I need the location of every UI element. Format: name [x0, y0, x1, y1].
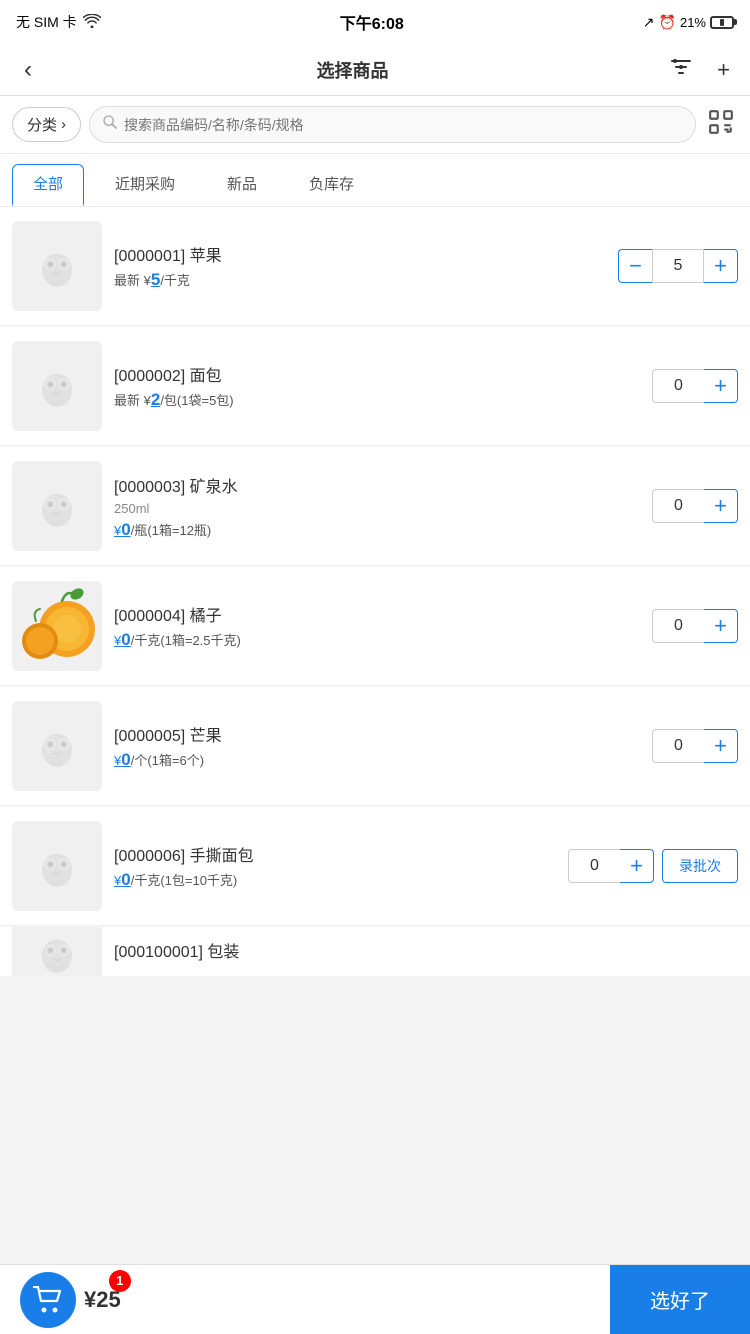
product-thumbnail: 智十 [12, 701, 102, 791]
product-info: [0000006] 手撕面包 ¥0/千克(1包=10千克) [114, 842, 560, 890]
search-icon [102, 114, 118, 135]
cart-area[interactable]: 1 ¥25 [0, 1272, 141, 1328]
list-item: 智十 [0000003] 矿泉水 250ml ¥0/瓶(1箱=12瓶) + [0, 447, 750, 566]
qty-control: + [652, 729, 738, 763]
product-name: [0000006] 手撕面包 [114, 842, 560, 866]
filter-row: 分类 › [0, 96, 750, 154]
product-name: [0000005] 芒果 [114, 722, 644, 746]
qty-plus-button[interactable]: + [704, 369, 738, 403]
qty-input[interactable] [652, 249, 704, 283]
svg-text:智十: 智十 [50, 516, 65, 526]
battery-icon [710, 16, 734, 29]
product-name: [0000002] 面包 [114, 362, 644, 386]
product-thumbnail: 智十 [12, 341, 102, 431]
qty-control: − + [618, 249, 738, 283]
nav-bar: ‹ 选择商品 + [0, 44, 750, 96]
list-item: 智十 [000100001] 包装 [0, 927, 750, 977]
cart-circle [20, 1272, 76, 1328]
svg-text:智十: 智十 [50, 756, 65, 766]
page-title: 选择商品 [317, 57, 389, 83]
product-thumbnail: 智十 [12, 221, 102, 311]
list-item: [0000004] 橘子 ¥0/千克(1箱=2.5千克) + [0, 567, 750, 686]
batch-button[interactable]: 录批次 [662, 849, 738, 883]
nav-actions: + [665, 51, 734, 89]
tab-negative[interactable]: 负库存 [288, 164, 375, 206]
qty-control: + [652, 369, 738, 403]
category-label: 分类 [27, 114, 57, 135]
qty-plus-button[interactable]: + [620, 849, 654, 883]
qty-input[interactable] [652, 609, 704, 643]
svg-text:智十: 智十 [50, 396, 65, 406]
product-price: ¥0/个(1箱=6个) [114, 750, 644, 770]
tab-row: 全部近期采购新品负库存 [0, 154, 750, 207]
product-info: [0000003] 矿泉水 250ml ¥0/瓶(1箱=12瓶) [114, 473, 644, 540]
search-input[interactable] [124, 117, 683, 133]
tab-new[interactable]: 新品 [206, 164, 278, 206]
svg-text:智十: 智十 [50, 962, 65, 972]
product-info: [0000001] 苹果 最新 ¥5/千克 [114, 242, 610, 290]
qty-plus-button[interactable]: + [704, 249, 738, 283]
search-box [89, 106, 696, 143]
tab-all[interactable]: 全部 [12, 164, 84, 206]
product-thumbnail [12, 581, 102, 671]
svg-text:智十: 智十 [50, 276, 65, 286]
product-info: [0000002] 面包 最新 ¥2/包(1袋=5包) [114, 362, 644, 410]
qty-input[interactable] [652, 369, 704, 403]
qty-plus-button[interactable]: + [704, 729, 738, 763]
back-button[interactable]: ‹ [16, 48, 40, 92]
qty-plus-button[interactable]: + [704, 489, 738, 523]
battery-percent: 21% [680, 15, 706, 30]
product-name: [0000003] 矿泉水 [114, 473, 644, 497]
product-thumbnail: 智十 [12, 461, 102, 551]
scan-icon[interactable] [704, 107, 738, 143]
alarm-icon: ⏰ [659, 14, 676, 31]
qty-plus-button[interactable]: + [704, 609, 738, 643]
product-info: [0000005] 芒果 ¥0/个(1箱=6个) [114, 722, 644, 770]
product-price: ¥0/瓶(1箱=12瓶) [114, 520, 644, 540]
add-icon[interactable]: + [713, 53, 734, 87]
product-name: [0000004] 橘子 [114, 602, 644, 626]
qty-minus-button[interactable]: − [618, 249, 652, 283]
confirm-button[interactable]: 选好了 [610, 1265, 750, 1334]
qty-input[interactable] [652, 729, 704, 763]
chevron-right-icon: › [61, 116, 66, 133]
list-item: 智十 [0000002] 面包 最新 ¥2/包(1袋=5包) + [0, 327, 750, 446]
svg-text:智十: 智十 [50, 876, 65, 886]
product-name: [000100001] 包装 [114, 938, 738, 962]
product-price: ¥0/千克(1包=10千克) [114, 870, 560, 890]
product-price: 最新 ¥2/包(1袋=5包) [114, 390, 644, 410]
status-time: 下午6:08 [340, 10, 404, 34]
product-list: 智十 [0000001] 苹果 最新 ¥5/千克 − + [0, 207, 750, 977]
status-right: ↗ ⏰ 21% [643, 14, 734, 31]
qty-control: + [652, 609, 738, 643]
qty-control: + [652, 489, 738, 523]
cart-badge: 1 [109, 1270, 131, 1292]
bottom-bar: 1 ¥25 选好了 [0, 1264, 750, 1334]
product-price: ¥0/千克(1箱=2.5千克) [114, 630, 644, 650]
product-name: [0000001] 苹果 [114, 242, 610, 266]
product-price: 最新 ¥5/千克 [114, 270, 610, 290]
qty-control: + [568, 849, 654, 883]
qty-input[interactable] [568, 849, 620, 883]
qty-input[interactable] [652, 489, 704, 523]
tab-recent[interactable]: 近期采购 [94, 164, 196, 206]
list-item: 智十 [0000001] 苹果 最新 ¥5/千克 − + [0, 207, 750, 326]
list-item: 智十 [0000006] 手撕面包 ¥0/千克(1包=10千克) + 录批次 [0, 807, 750, 926]
list-item: 智十 [0000005] 芒果 ¥0/个(1箱=6个) + [0, 687, 750, 806]
product-info: [0000004] 橘子 ¥0/千克(1箱=2.5千克) [114, 602, 644, 650]
location-icon: ↗ [643, 14, 655, 31]
product-spec: 250ml [114, 501, 644, 516]
product-thumbnail: 智十 [12, 927, 102, 977]
status-bar: 无 SIM 卡 下午6:08 ↗ ⏰ 21% [0, 0, 750, 44]
carrier-label: 无 SIM 卡 [16, 12, 77, 32]
product-info: [000100001] 包装 [114, 938, 738, 966]
status-left: 无 SIM 卡 [16, 12, 101, 32]
product-thumbnail: 智十 [12, 821, 102, 911]
category-button[interactable]: 分类 › [12, 107, 81, 142]
filter-icon[interactable] [665, 51, 697, 89]
wifi-icon [83, 14, 101, 31]
